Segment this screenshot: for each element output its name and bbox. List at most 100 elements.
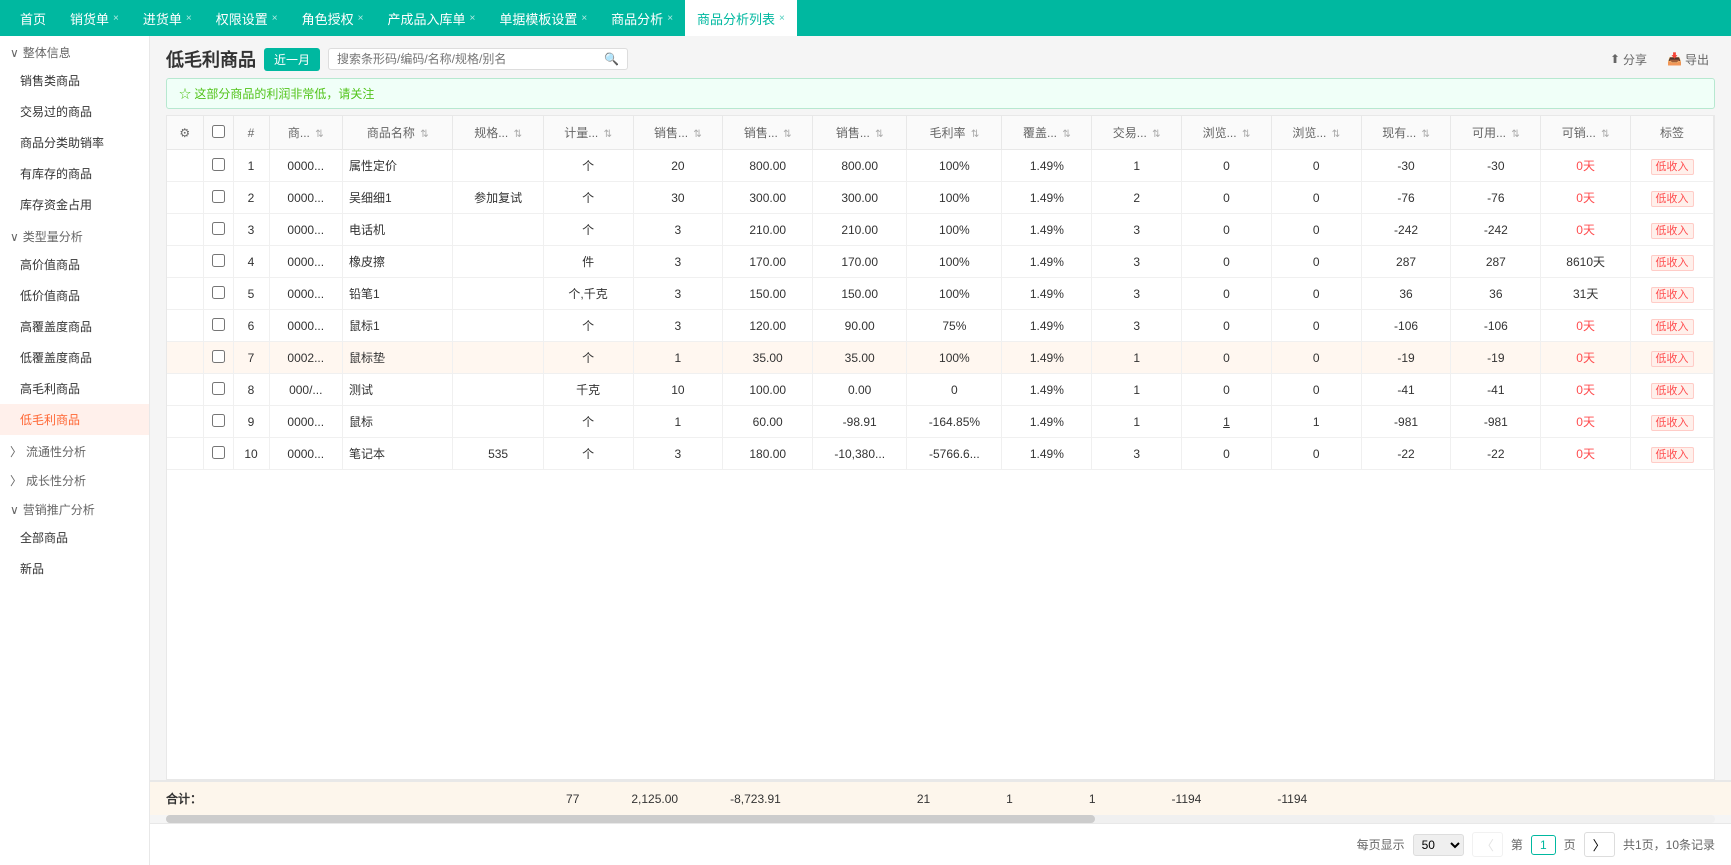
row-checkbox[interactable]: [203, 374, 233, 406]
sidebar-group-growth[interactable]: 〉 成长性分析: [0, 464, 149, 493]
nav-purchase-order[interactable]: 进货单×: [131, 0, 204, 36]
pagination: 每页显示 50 20 100 〈 第 1 页 〉 共1页，10条记录: [150, 823, 1731, 865]
row-spec: [453, 278, 543, 310]
col-spec[interactable]: 规格... ⇅: [453, 116, 543, 150]
nav-product-analysis[interactable]: 商品分析×: [599, 0, 685, 36]
nav-sales-order[interactable]: 销货单×: [58, 0, 131, 36]
sidebar-item-high-coverage[interactable]: 高覆盖度商品: [0, 311, 149, 342]
export-button[interactable]: 📥 导出: [1661, 48, 1715, 71]
col-view1[interactable]: 浏览... ⇅: [1182, 116, 1272, 150]
row-checkbox[interactable]: [203, 214, 233, 246]
row-view1[interactable]: 1: [1182, 406, 1272, 438]
row-current: 36: [1361, 278, 1451, 310]
share-button[interactable]: ⬆ 分享: [1604, 48, 1653, 71]
row-name: 铅笔1: [342, 278, 453, 310]
sidebar-item-new-products[interactable]: 新品: [0, 553, 149, 584]
row-select-checkbox[interactable]: [212, 318, 225, 331]
sidebar-item-all-products[interactable]: 全部商品: [0, 522, 149, 553]
row-select-checkbox[interactable]: [212, 286, 225, 299]
col-view2[interactable]: 浏览... ⇅: [1271, 116, 1361, 150]
row-sales-qty: 3: [633, 278, 723, 310]
col-trade[interactable]: 交易... ⇅: [1092, 116, 1182, 150]
filter-recent-month-button[interactable]: 近一月: [264, 48, 320, 71]
row-spec: [453, 342, 543, 374]
row-select-checkbox[interactable]: [212, 414, 225, 427]
nav-role-auth[interactable]: 角色授权×: [290, 0, 376, 36]
row-sales-qty: 30: [633, 182, 723, 214]
per-page-select[interactable]: 50 20 100: [1413, 834, 1464, 856]
row-sellable: 31天: [1541, 278, 1631, 310]
sidebar-item-sales-products[interactable]: 销售类商品: [0, 65, 149, 96]
sidebar-group-type-analysis[interactable]: ∨ 类型量分析: [0, 220, 149, 249]
search-input[interactable]: [337, 52, 604, 66]
sidebar-item-high-value[interactable]: 高价值商品: [0, 249, 149, 280]
row-checkbox[interactable]: [203, 246, 233, 278]
search-icon[interactable]: 🔍: [604, 52, 619, 66]
col-gross-rate[interactable]: 毛利率 ⇅: [907, 116, 1002, 150]
row-spec: [453, 214, 543, 246]
row-num: 3: [233, 214, 269, 246]
col-sales-amt[interactable]: 销售... ⇅: [723, 116, 813, 150]
prev-page-button[interactable]: 〈: [1472, 832, 1503, 857]
col-settings[interactable]: ⚙: [167, 116, 203, 150]
row-checkbox[interactable]: [203, 406, 233, 438]
col-sellable[interactable]: 可销... ⇅: [1541, 116, 1631, 150]
row-checkbox[interactable]: [203, 182, 233, 214]
row-unit: 个: [543, 214, 633, 246]
col-product-code[interactable]: 商... ⇅: [269, 116, 342, 150]
row-checkbox[interactable]: [203, 278, 233, 310]
sidebar-item-stock-products[interactable]: 有库存的商品: [0, 158, 149, 189]
sidebar-item-low-coverage[interactable]: 低覆盖度商品: [0, 342, 149, 373]
next-page-button[interactable]: 〉: [1584, 832, 1615, 857]
close-icon[interactable]: ×: [667, 13, 673, 24]
col-current[interactable]: 现有... ⇅: [1361, 116, 1451, 150]
sidebar-item-category-rate[interactable]: 商品分类助销率: [0, 127, 149, 158]
col-product-name[interactable]: 商品名称 ⇅: [342, 116, 453, 150]
row-select-checkbox[interactable]: [212, 382, 225, 395]
row-sales-qty: 1: [633, 342, 723, 374]
row-code: 0000...: [269, 406, 342, 438]
row-select-checkbox[interactable]: [212, 350, 225, 363]
row-num: 2: [233, 182, 269, 214]
col-coverage[interactable]: 覆盖... ⇅: [1002, 116, 1092, 150]
col-available[interactable]: 可用... ⇅: [1451, 116, 1541, 150]
close-icon[interactable]: ×: [581, 13, 587, 24]
row-unit: 个: [543, 342, 633, 374]
row-sellable: 0天: [1541, 310, 1631, 342]
row-select-checkbox[interactable]: [212, 190, 225, 203]
sidebar-group-marketing[interactable]: ∨ 营销推广分析: [0, 493, 149, 522]
select-all-checkbox[interactable]: [212, 125, 225, 138]
col-sales-qty[interactable]: 销售... ⇅: [633, 116, 723, 150]
page-header: 低毛利商品 近一月 🔍 ⬆ 分享 📥 导出: [150, 36, 1731, 78]
chevron-down-icon: ∨: [10, 230, 19, 244]
nav-template-settings[interactable]: 单据模板设置×: [487, 0, 599, 36]
nav-permission-settings[interactable]: 权限设置×: [204, 0, 290, 36]
row-select-checkbox[interactable]: [212, 254, 225, 267]
sidebar-group-circulation[interactable]: 〉 流通性分析: [0, 435, 149, 464]
sidebar-item-stock-capital[interactable]: 库存资金占用: [0, 189, 149, 220]
row-select-checkbox[interactable]: [212, 446, 225, 459]
close-icon[interactable]: ×: [186, 13, 192, 24]
close-icon[interactable]: ×: [113, 13, 119, 24]
sidebar-item-high-margin[interactable]: 高毛利商品: [0, 373, 149, 404]
row-select-checkbox[interactable]: [212, 222, 225, 235]
sidebar-item-low-margin[interactable]: 低毛利商品: [0, 404, 149, 435]
row-select-checkbox[interactable]: [212, 158, 225, 171]
col-sales-profit[interactable]: 销售... ⇅: [813, 116, 907, 150]
nav-product-analysis-list[interactable]: 商品分析列表×: [685, 0, 797, 36]
sidebar-item-low-value[interactable]: 低价值商品: [0, 280, 149, 311]
close-icon[interactable]: ×: [469, 13, 475, 24]
nav-product-inbound[interactable]: 产成品入库单×: [375, 0, 487, 36]
row-checkbox[interactable]: [203, 438, 233, 470]
row-checkbox[interactable]: [203, 342, 233, 374]
close-icon[interactable]: ×: [272, 13, 278, 24]
nav-home[interactable]: 首页: [8, 0, 58, 36]
close-icon[interactable]: ×: [358, 13, 364, 24]
row-gross-rate: -5766.6...: [907, 438, 1002, 470]
row-checkbox[interactable]: [203, 150, 233, 182]
close-icon[interactable]: ×: [779, 13, 785, 24]
sidebar-item-traded-products[interactable]: 交易过的商品: [0, 96, 149, 127]
col-unit[interactable]: 计量... ⇅: [543, 116, 633, 150]
row-checkbox[interactable]: [203, 310, 233, 342]
sidebar-group-overall[interactable]: ∨ 整体信息: [0, 36, 149, 65]
